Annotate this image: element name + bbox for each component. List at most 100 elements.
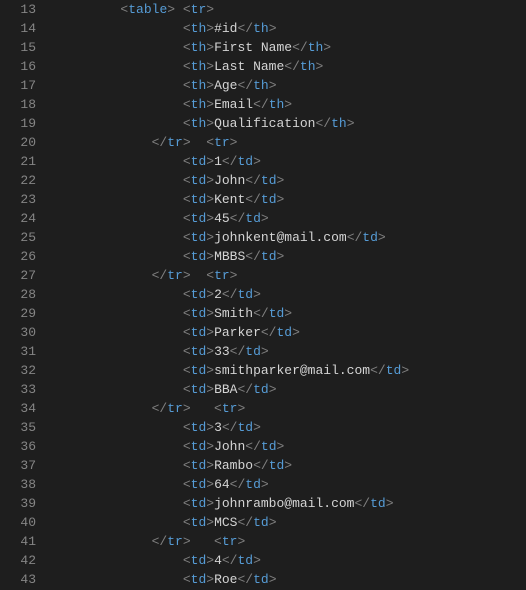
token-tag: </ bbox=[370, 363, 386, 378]
code-line[interactable]: <td>BBA</td> bbox=[58, 380, 526, 399]
token-tag: > bbox=[277, 192, 285, 207]
line-number: 32 bbox=[8, 361, 36, 380]
code-line[interactable]: <td>3</td> bbox=[58, 418, 526, 437]
code-line[interactable]: </tr> <tr> bbox=[58, 133, 526, 152]
code-line[interactable]: <th>Email</th> bbox=[58, 95, 526, 114]
line-number: 27 bbox=[8, 266, 36, 285]
token-name: td bbox=[261, 439, 277, 454]
token-tag: </ bbox=[245, 249, 261, 264]
line-number: 22 bbox=[8, 171, 36, 190]
token-name: tr bbox=[167, 401, 183, 416]
token-tag: </ bbox=[237, 78, 253, 93]
token-tag: > bbox=[277, 173, 285, 188]
line-number: 30 bbox=[8, 323, 36, 342]
code-line[interactable]: </tr> <tr> bbox=[58, 399, 526, 418]
code-line[interactable]: <td>33</td> bbox=[58, 342, 526, 361]
token-text: 33 bbox=[214, 344, 230, 359]
token-tag: </ bbox=[152, 401, 168, 416]
token-name: td bbox=[245, 344, 261, 359]
token-tag: < bbox=[183, 21, 191, 36]
token-name: th bbox=[191, 116, 207, 131]
line-number: 37 bbox=[8, 456, 36, 475]
line-number: 15 bbox=[8, 38, 36, 57]
line-number: 24 bbox=[8, 209, 36, 228]
token-tag: > bbox=[206, 306, 214, 321]
token-tag: </ bbox=[237, 382, 253, 397]
token-name: td bbox=[237, 287, 253, 302]
code-line[interactable]: <td>64</td> bbox=[58, 475, 526, 494]
token-tag: </ bbox=[245, 192, 261, 207]
token-name: th bbox=[191, 40, 207, 55]
token-name: td bbox=[191, 325, 207, 340]
code-line[interactable]: <td>MBBS</td> bbox=[58, 247, 526, 266]
line-number: 39 bbox=[8, 494, 36, 513]
code-line[interactable]: </tr> <tr> bbox=[58, 266, 526, 285]
token-tag: > bbox=[206, 211, 214, 226]
code-line[interactable]: <td>smithparker@mail.com</td> bbox=[58, 361, 526, 380]
token-name: th bbox=[191, 78, 207, 93]
token-tag: < bbox=[183, 363, 191, 378]
token-name: tr bbox=[191, 2, 207, 17]
code-line[interactable]: <table> <tr> bbox=[58, 0, 526, 19]
token-name: tr bbox=[167, 534, 183, 549]
token-tag: > < bbox=[183, 534, 222, 549]
line-number: 23 bbox=[8, 190, 36, 209]
line-number: 41 bbox=[8, 532, 36, 551]
code-line[interactable]: <th>First Name</th> bbox=[58, 38, 526, 57]
code-line[interactable]: <td>Parker</td> bbox=[58, 323, 526, 342]
code-line[interactable]: <th>Qualification</th> bbox=[58, 114, 526, 133]
code-line[interactable]: <td>1</td> bbox=[58, 152, 526, 171]
code-line[interactable]: <td>johnrambo@mail.com</td> bbox=[58, 494, 526, 513]
code-editor[interactable]: 1314151617181920212223242526272829303132… bbox=[0, 0, 526, 590]
token-tag: > bbox=[253, 154, 261, 169]
token-name: td bbox=[237, 420, 253, 435]
line-number: 34 bbox=[8, 399, 36, 418]
token-tag: < bbox=[183, 78, 191, 93]
code-line[interactable]: <td>johnkent@mail.com</td> bbox=[58, 228, 526, 247]
token-text: Last Name bbox=[214, 59, 284, 74]
token-tag: > bbox=[284, 306, 292, 321]
token-name: td bbox=[191, 382, 207, 397]
token-name: td bbox=[191, 458, 207, 473]
code-line[interactable]: <td>Rambo</td> bbox=[58, 456, 526, 475]
line-number: 18 bbox=[8, 95, 36, 114]
token-tag: > bbox=[206, 515, 214, 530]
code-line[interactable]: <th>Age</th> bbox=[58, 76, 526, 95]
token-text: 4 bbox=[214, 553, 222, 568]
token-name: th bbox=[253, 78, 269, 93]
code-area[interactable]: <table> <tr> <th>#id</th> <th>First Name… bbox=[50, 0, 526, 590]
token-tag: > bbox=[277, 439, 285, 454]
token-text: #id bbox=[214, 21, 237, 36]
token-tag: < bbox=[183, 439, 191, 454]
line-number: 28 bbox=[8, 285, 36, 304]
code-line[interactable]: <td>John</td> bbox=[58, 171, 526, 190]
token-tag: > bbox=[206, 420, 214, 435]
token-text: MBBS bbox=[214, 249, 245, 264]
code-line[interactable]: <td>Kent</td> bbox=[58, 190, 526, 209]
line-number: 19 bbox=[8, 114, 36, 133]
token-name: td bbox=[261, 192, 277, 207]
code-line[interactable]: <td>Roe</td> bbox=[58, 570, 526, 589]
token-tag: > bbox=[284, 97, 292, 112]
code-line[interactable]: <th>Last Name</th> bbox=[58, 57, 526, 76]
code-line[interactable]: <th>#id</th> bbox=[58, 19, 526, 38]
token-tag: > < bbox=[183, 268, 214, 283]
token-tag: > bbox=[206, 439, 214, 454]
token-text: johnrambo@mail.com bbox=[214, 496, 354, 511]
token-name: td bbox=[237, 553, 253, 568]
token-name: tr bbox=[167, 135, 183, 150]
code-line[interactable]: <td>Smith</td> bbox=[58, 304, 526, 323]
code-line[interactable]: <td>4</td> bbox=[58, 551, 526, 570]
token-name: td bbox=[191, 572, 207, 587]
line-number: 33 bbox=[8, 380, 36, 399]
code-line[interactable]: </tr> <tr> bbox=[58, 532, 526, 551]
code-line[interactable]: <td>45</td> bbox=[58, 209, 526, 228]
line-number: 42 bbox=[8, 551, 36, 570]
code-line[interactable]: <td>2</td> bbox=[58, 285, 526, 304]
code-line[interactable]: <td>John</td> bbox=[58, 437, 526, 456]
code-line[interactable]: <td>MCS</td> bbox=[58, 513, 526, 532]
token-tag: < bbox=[183, 40, 191, 55]
line-number: 20 bbox=[8, 133, 36, 152]
token-name: td bbox=[253, 572, 269, 587]
token-tag: < bbox=[183, 325, 191, 340]
